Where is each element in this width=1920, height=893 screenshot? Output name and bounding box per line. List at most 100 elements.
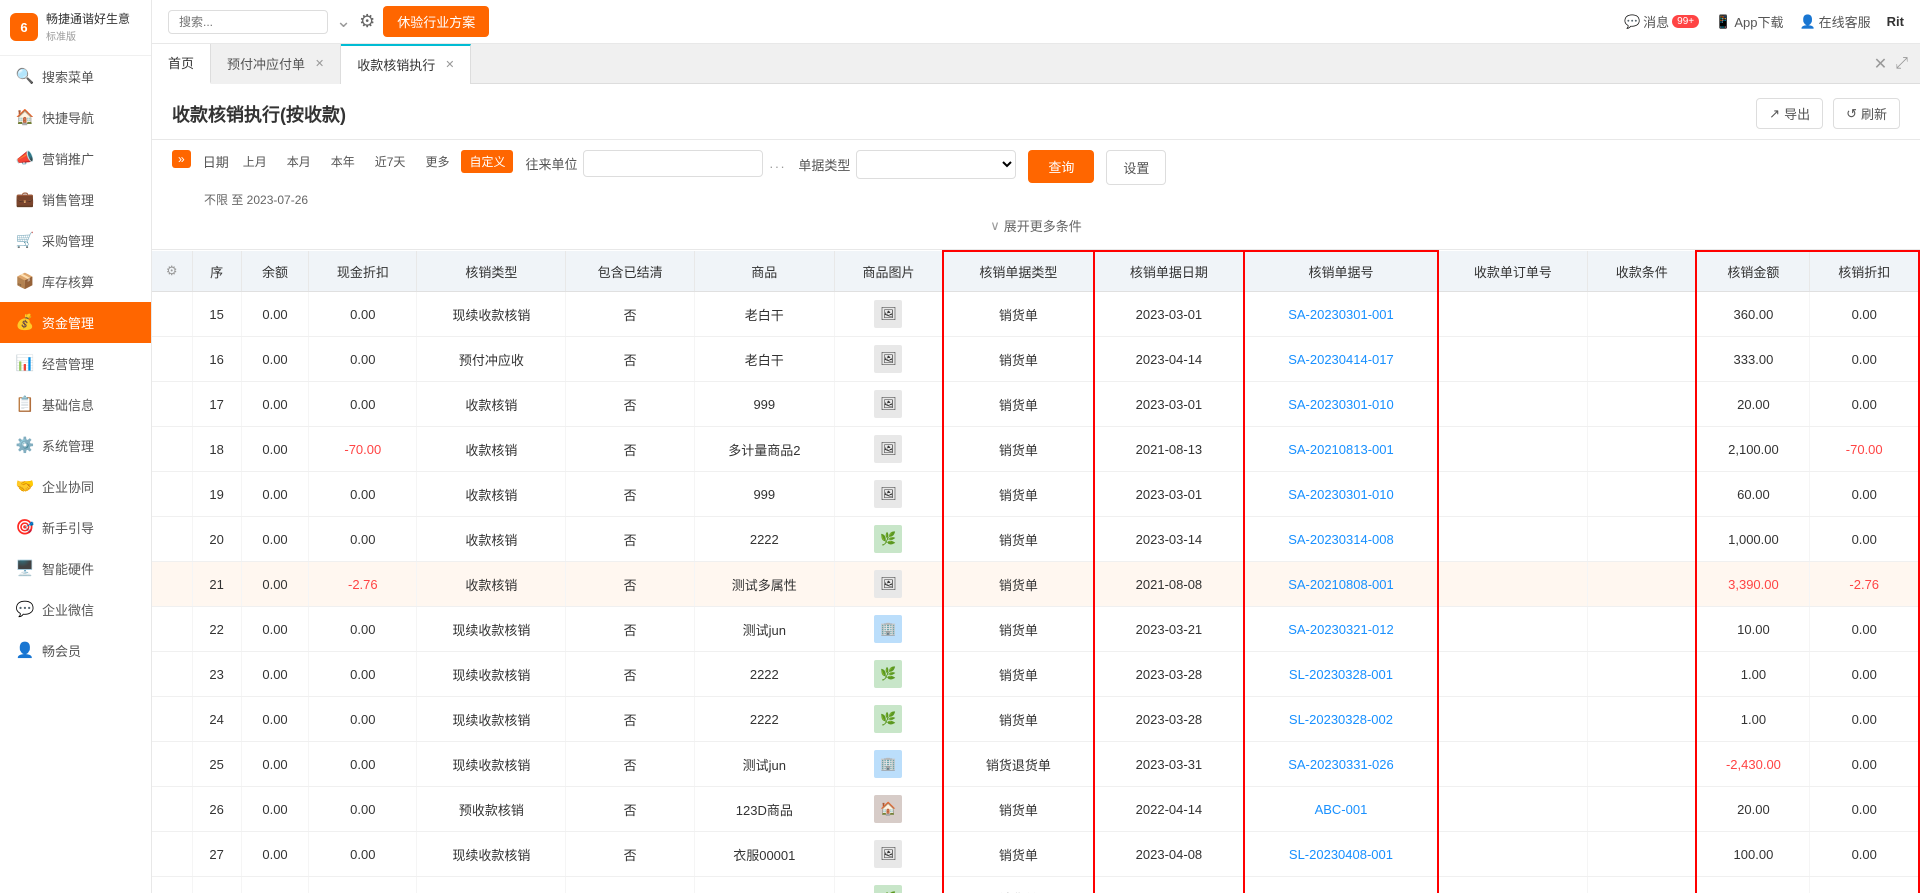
row-write-off-voucher-type: 销货单 <box>943 787 1093 832</box>
row-write-off-no[interactable]: ABC-001 <box>1244 787 1438 832</box>
row-product: 123D商品 <box>694 787 834 832</box>
row-receipt-order-no <box>1438 427 1588 472</box>
row-write-off-no[interactable]: SL-20230418-001 <box>1244 877 1438 893</box>
counterpart-input[interactable] <box>583 150 763 177</box>
row-write-off-amount: 20.00 <box>1696 382 1810 427</box>
row-write-off-no[interactable]: SA-20230414-017 <box>1244 337 1438 382</box>
sidebar-item-member[interactable]: 👤 畅会员 <box>0 630 151 671</box>
row-write-off-amount: 100.00 <box>1696 877 1810 893</box>
settings-gear-icon[interactable]: ⚙ <box>359 11 375 32</box>
tab-close-all-icon[interactable]: ✕ <box>1874 54 1887 74</box>
table-row: 270.000.00现续收款核销否衣服00001🖼销货单2023-04-08SL… <box>152 832 1919 877</box>
query-button[interactable]: 查询 <box>1028 150 1094 183</box>
funds-icon: 💰 <box>16 313 34 331</box>
tab-prepay-close[interactable]: ✕ <box>315 57 324 70</box>
tab-home[interactable]: 首页 <box>152 44 211 84</box>
row-write-off-amount: 2,100.00 <box>1696 427 1810 472</box>
sidebar-item-wechat[interactable]: 💬 企业微信 <box>0 589 151 630</box>
table-row: 220.000.00现续收款核销否测试jun🏢销货单2023-03-21SA-2… <box>152 607 1919 652</box>
date-btn-custom[interactable]: 自定义 <box>461 150 513 173</box>
row-write-off-no[interactable]: SA-20230321-012 <box>1244 607 1438 652</box>
row-write-off-no[interactable]: SA-20230314-008 <box>1244 517 1438 562</box>
export-button[interactable]: ↗ 导出 <box>1756 98 1823 129</box>
row-include-settled: 否 <box>566 787 695 832</box>
row-cash-discount: 0.00 <box>309 337 417 382</box>
row-product-image: 🖼 <box>834 382 943 427</box>
row-write-off-no[interactable]: SA-20230301-010 <box>1244 382 1438 427</box>
sales-icon: 💼 <box>16 190 34 208</box>
row-write-off-no[interactable]: SL-20230408-001 <box>1244 832 1438 877</box>
sidebar-item-inventory[interactable]: 📦 库存核算 <box>0 261 151 302</box>
app-download-label: App下载 <box>1734 12 1783 31</box>
table-row: 250.000.00现续收款核销否测试jun🏢销货退货单2023-03-31SA… <box>152 742 1919 787</box>
row-write-off-discount: 0.00 <box>1810 382 1919 427</box>
date-btn-this-month[interactable]: 本月 <box>279 150 319 173</box>
row-write-off-type: 预付冲应收 <box>417 337 566 382</box>
sidebar-item-sales[interactable]: 💼 销售管理 <box>0 179 151 220</box>
data-table-container[interactable]: ⚙ 序 余额 现金折扣 核销类型 包含已结清 商品 商品图片 核销单据类型 核销… <box>152 250 1920 893</box>
date-btn-last-month[interactable]: 上月 <box>235 150 275 173</box>
date-filter-label: 日期 <box>203 152 229 171</box>
sidebar-item-enterprise[interactable]: 🤝 企业协同 <box>0 466 151 507</box>
row-include-settled: 否 <box>566 292 695 337</box>
sidebar-item-search[interactable]: 🔍 搜索菜单 <box>0 56 151 97</box>
sidebar-item-shortcut[interactable]: 🏠 快捷导航 <box>0 97 151 138</box>
user-name[interactable]: Rit <box>1887 14 1904 29</box>
row-include-settled: 否 <box>566 607 695 652</box>
sidebar-item-marketing[interactable]: 📣 营销推广 <box>0 138 151 179</box>
industry-solution-button[interactable]: 休验行业方案 <box>383 6 489 37</box>
settings-button[interactable]: 设置 <box>1106 150 1166 185</box>
row-include-settled: 否 <box>566 652 695 697</box>
refresh-button[interactable]: ↺ 刷新 <box>1833 98 1900 129</box>
tab-writeoff-close[interactable]: ✕ <box>445 58 454 71</box>
date-btn-7days[interactable]: 近7天 <box>367 150 414 173</box>
row-product-image: 🖼 <box>834 427 943 472</box>
sidebar-item-funds[interactable]: 💰 资金管理 <box>0 302 151 343</box>
voucher-type-select[interactable] <box>856 150 1016 179</box>
row-receipt-order-no <box>1438 607 1588 652</box>
row-write-off-voucher-type: 销货单 <box>943 652 1093 697</box>
row-write-off-no[interactable]: SA-20230301-001 <box>1244 292 1438 337</box>
row-write-off-discount: 0.00 <box>1810 832 1919 877</box>
message-area[interactable]: 💬 消息 99+ <box>1624 12 1699 31</box>
sidebar-item-smart[interactable]: 🖥️ 智能硬件 <box>0 548 151 589</box>
row-receipt-order-no <box>1438 382 1588 427</box>
tab-prepay[interactable]: 预付冲应付单 ✕ <box>211 44 341 84</box>
date-btn-more[interactable]: 更多 <box>417 150 457 173</box>
main-content: ⌄ ⚙ 休验行业方案 💬 消息 99+ 📱 App下载 👤 在线客服 Rit 首… <box>152 0 1920 893</box>
row-write-off-no[interactable]: SA-20230301-010 <box>1244 472 1438 517</box>
sidebar-item-operation[interactable]: 📊 经营管理 <box>0 343 151 384</box>
dropdown-icon[interactable]: ⌄ <box>336 11 351 32</box>
row-receipt-condition <box>1587 292 1696 337</box>
col-product: 商品 <box>694 251 834 292</box>
row-no: 26 <box>192 787 241 832</box>
expand-more-btn[interactable]: ∨ 展开更多条件 <box>172 212 1900 239</box>
voucher-type-filter: 单据类型 <box>798 150 1016 179</box>
row-cash-discount: 0.00 <box>309 787 417 832</box>
sidebar-item-basic[interactable]: 📋 基础信息 <box>0 384 151 425</box>
filter-dots[interactable]: ... <box>769 156 786 171</box>
top-search-input[interactable] <box>168 10 328 34</box>
row-write-off-no[interactable]: SA-20210808-001 <box>1244 562 1438 607</box>
row-write-off-no[interactable]: SA-20210813-001 <box>1244 427 1438 472</box>
app-download-area[interactable]: 📱 App下载 <box>1715 12 1783 31</box>
sidebar-item-purchase[interactable]: 🛒 采购管理 <box>0 220 151 261</box>
sidebar-item-system[interactable]: ⚙️ 系统管理 <box>0 425 151 466</box>
row-write-off-no[interactable]: SA-20230331-026 <box>1244 742 1438 787</box>
expand-arrow-btn[interactable]: » <box>172 150 191 168</box>
row-write-off-amount: 1.00 <box>1696 697 1810 742</box>
col-gear[interactable]: ⚙ <box>152 251 192 292</box>
row-write-off-discount: -70.00 <box>1810 427 1919 472</box>
tab-expand-icon[interactable]: ⤢ <box>1895 55 1908 73</box>
tab-writeoff[interactable]: 收款核销执行 ✕ <box>341 44 471 84</box>
row-write-off-date: 2023-03-01 <box>1094 292 1244 337</box>
row-balance: 0.00 <box>241 742 308 787</box>
row-no: 20 <box>192 517 241 562</box>
row-write-off-no[interactable]: SL-20230328-001 <box>1244 652 1438 697</box>
date-btn-this-year[interactable]: 本年 <box>323 150 363 173</box>
row-product: 2222 <box>694 877 834 893</box>
row-write-off-no[interactable]: SL-20230328-002 <box>1244 697 1438 742</box>
sidebar-item-beginner[interactable]: 🎯 新手引导 <box>0 507 151 548</box>
row-product-image: 🌿 <box>834 652 943 697</box>
online-service-area[interactable]: 👤 在线客服 <box>1799 12 1870 31</box>
